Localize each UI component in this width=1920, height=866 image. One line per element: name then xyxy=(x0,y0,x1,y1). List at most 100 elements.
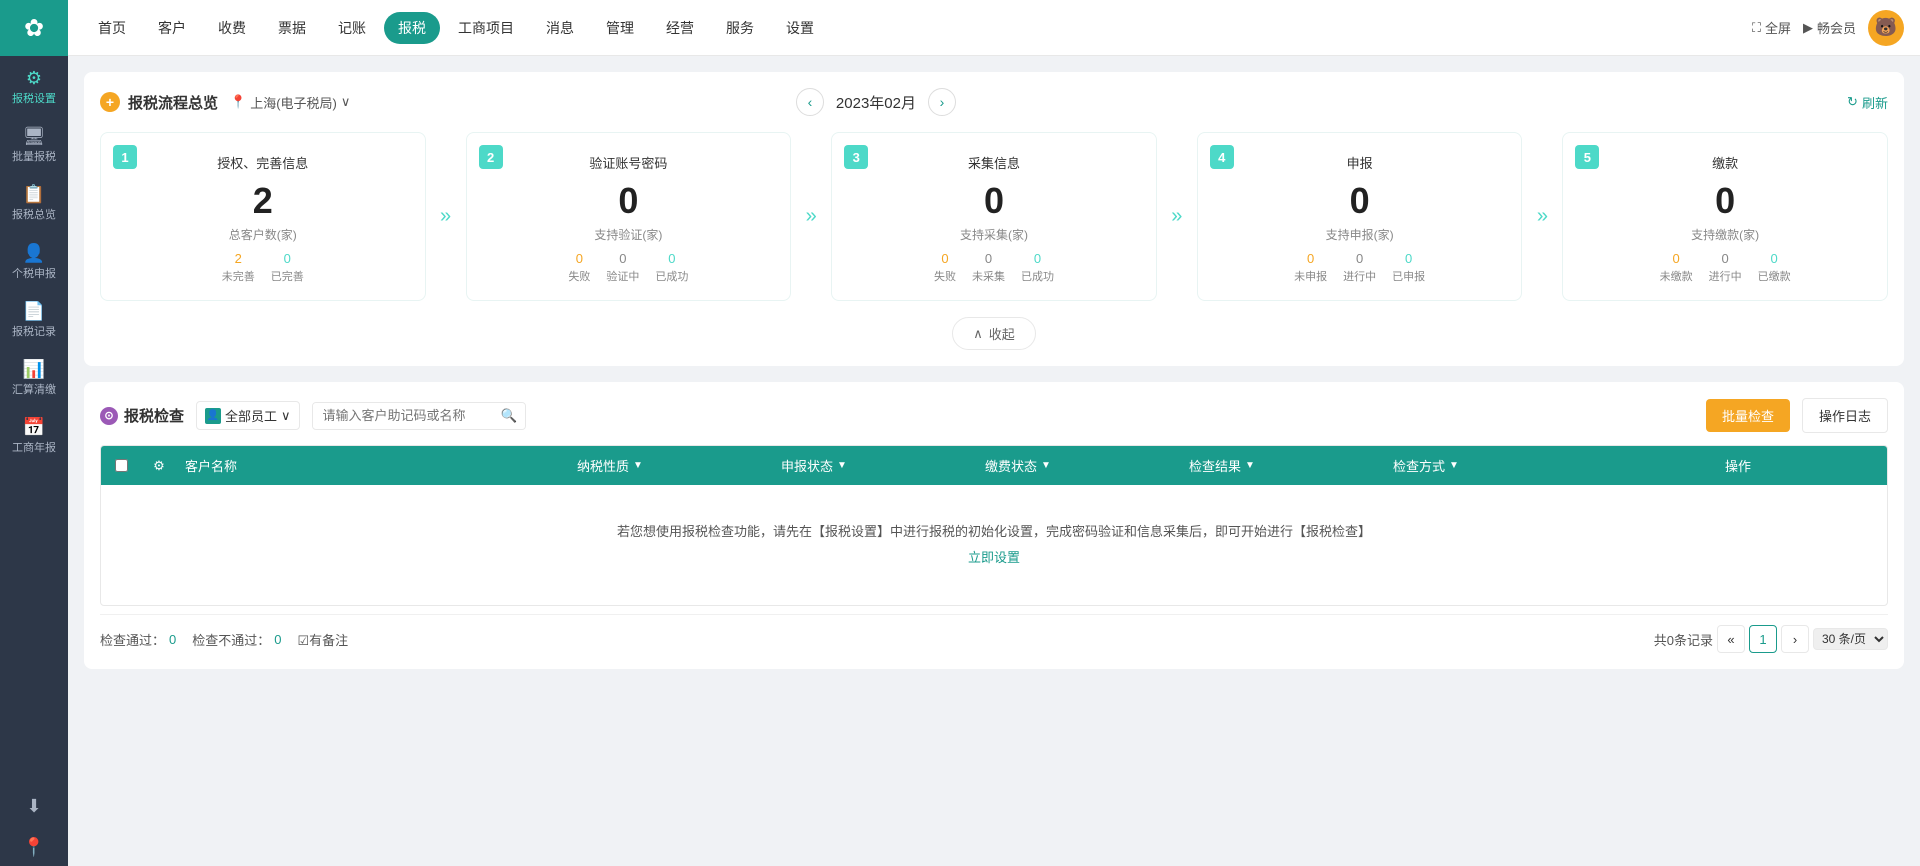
step-stat-collect-fail[interactable]: 0 失败 xyxy=(934,251,956,284)
setup-link[interactable]: 立即设置 xyxy=(968,545,1020,571)
th-filing-status[interactable]: 申报状态 ▼ xyxy=(773,446,977,485)
filter-icon: ▼ xyxy=(1041,460,1051,471)
sidebar-item-batch-tax[interactable]: 🖥 批量报税 xyxy=(0,114,68,172)
nav-customer[interactable]: 客户 xyxy=(144,12,200,44)
step-stat-fail[interactable]: 0 失败 xyxy=(568,251,590,284)
step-stat-in-progress[interactable]: 0 进行中 xyxy=(1343,251,1376,284)
step-stats-1: 2 未完善 0 已完善 xyxy=(117,251,409,284)
prev-month-button[interactable]: ‹ xyxy=(796,88,824,116)
step-number-2: 2 xyxy=(479,145,503,169)
step-stats-5: 0 未缴款 0 进行中 0 已缴款 xyxy=(1579,251,1871,284)
step-stat-filed[interactable]: 0 已申报 xyxy=(1392,251,1425,284)
footer-pass[interactable]: 检查通过： 0 xyxy=(100,630,176,649)
step-title-5: 缴款 xyxy=(1579,153,1871,172)
nav-admin[interactable]: 管理 xyxy=(592,12,648,44)
step-card-3: 3 采集信息 0 支持采集(家) 0 失败 0 未采集 xyxy=(831,132,1157,301)
overview-title: + 报税流程总览 xyxy=(100,92,218,113)
current-month: 2023年02月 xyxy=(836,92,916,113)
sidebar-item-tax-overview[interactable]: 📋 报税总览 xyxy=(0,172,68,230)
batch-check-button[interactable]: 批量检查 xyxy=(1706,399,1790,432)
fullscreen-icon: ⛶ xyxy=(1752,20,1761,36)
step-count-2: 0 xyxy=(483,180,775,222)
nav-business[interactable]: 工商项目 xyxy=(444,12,528,44)
footer-note: ☑有备注 xyxy=(298,630,349,649)
step-stat-collected[interactable]: 0 已成功 xyxy=(1021,251,1054,284)
sidebar-item-annual-report[interactable]: 📅 工商年报 xyxy=(0,405,68,463)
nav-settings[interactable]: 设置 xyxy=(772,12,828,44)
next-month-button[interactable]: › xyxy=(928,88,956,116)
next-page-button[interactable]: › xyxy=(1781,625,1809,653)
step-stat-verifying[interactable]: 0 验证中 xyxy=(606,251,639,284)
sidebar-item-settlement[interactable]: 📊 汇算清缴 xyxy=(0,347,68,405)
step-subtitle-2: 支持验证(家) xyxy=(483,226,775,243)
th-gear[interactable]: ⚙ xyxy=(141,448,177,484)
step-stat-unpaid[interactable]: 0 未缴款 xyxy=(1660,251,1693,284)
op-log-button[interactable]: 操作日志 xyxy=(1802,398,1888,433)
filter-icon: ▼ xyxy=(837,460,847,471)
nav-invoice[interactable]: 票据 xyxy=(264,12,320,44)
member-button[interactable]: ▶ 畅会员 xyxy=(1803,18,1856,37)
page-size-select[interactable]: 30 条/页 xyxy=(1813,628,1888,650)
step-stat-incomplete[interactable]: 2 未完善 xyxy=(222,251,255,284)
sidebar-item-download[interactable]: ⬇ xyxy=(0,784,68,825)
nav-message[interactable]: 消息 xyxy=(532,12,588,44)
th-tax-nature[interactable]: 纳税性质 ▼ xyxy=(569,446,773,485)
step-stat-paid[interactable]: 0 已缴款 xyxy=(1758,251,1791,284)
employee-selector[interactable]: 👤 全部员工 ∨ xyxy=(196,401,300,430)
sidebar-item-tax-settings[interactable]: ⚙ 报税设置 xyxy=(0,56,68,114)
step-count-3: 0 xyxy=(848,180,1140,222)
step-subtitle-4: 支持申报(家) xyxy=(1214,226,1506,243)
app-logo: ✿ xyxy=(0,0,68,56)
step-number-5: 5 xyxy=(1575,145,1599,169)
search-button[interactable]: 🔍 xyxy=(493,403,526,429)
sidebar-bottom: ⬇ 📍 xyxy=(0,784,68,866)
nav-accounting[interactable]: 记账 xyxy=(324,12,380,44)
sidebar-item-personal-filing[interactable]: 👤 个税申报 xyxy=(0,231,68,289)
th-checkbox[interactable] xyxy=(101,449,141,482)
sidebar-item-label: 批量报税 xyxy=(12,151,56,164)
th-check-result[interactable]: 检查结果 ▼ xyxy=(1181,446,1385,485)
nav-service[interactable]: 服务 xyxy=(712,12,768,44)
search-input[interactable] xyxy=(313,403,493,428)
nav-home[interactable]: 首页 xyxy=(84,12,140,44)
fullscreen-button[interactable]: ⛶ 全屏 xyxy=(1752,18,1791,37)
th-payment-status[interactable]: 缴费状态 ▼ xyxy=(977,446,1181,485)
select-all-checkbox[interactable] xyxy=(115,459,128,472)
user-avatar[interactable]: 🐻 xyxy=(1868,10,1904,46)
nav-items: 首页 客户 收费 票据 记账 报税 工商项目 消息 管理 经营 服务 设置 xyxy=(84,12,1752,44)
collapse-button[interactable]: ∧ 收起 xyxy=(952,317,1036,350)
sidebar-item-location[interactable]: 📍 xyxy=(0,825,68,866)
step-card-2: 2 验证账号密码 0 支持验证(家) 0 失败 0 验证中 xyxy=(466,132,792,301)
plus-icon: + xyxy=(100,92,120,112)
step-stat-uncollected[interactable]: 0 未采集 xyxy=(972,251,1005,284)
step-stat-unfiled[interactable]: 0 未申报 xyxy=(1294,251,1327,284)
step-stat-complete[interactable]: 0 已完善 xyxy=(271,251,304,284)
refresh-icon: ↻ xyxy=(1847,94,1858,110)
first-page-button[interactable]: « xyxy=(1717,625,1745,653)
nav-operations[interactable]: 经营 xyxy=(652,12,708,44)
arrow-1: » xyxy=(426,132,466,301)
step-title-3: 采集信息 xyxy=(848,153,1140,172)
sidebar-item-label: 个税申报 xyxy=(12,268,56,281)
step-stats-2: 0 失败 0 验证中 0 已成功 xyxy=(483,251,775,284)
sidebar-item-tax-records[interactable]: 📄 报税记录 xyxy=(0,289,68,347)
sidebar-item-label: 报税记录 xyxy=(12,326,56,339)
step-stat-verified[interactable]: 0 已成功 xyxy=(655,251,688,284)
chevron-down-icon: ∨ xyxy=(341,94,351,110)
th-customer-name: 客户名称 xyxy=(177,446,569,485)
step-subtitle-5: 支持缴款(家) xyxy=(1579,226,1871,243)
refresh-button[interactable]: ↻ 刷新 xyxy=(1847,93,1888,112)
location-selector[interactable]: 📍 上海(电子税局) ∨ xyxy=(230,93,350,112)
nav-tax[interactable]: 报税 xyxy=(384,12,440,44)
nav-billing[interactable]: 收费 xyxy=(204,12,260,44)
th-check-method[interactable]: 检查方式 ▼ xyxy=(1385,446,1589,485)
check-title: ⊙ 报税检查 xyxy=(100,405,184,426)
step-stat-paying[interactable]: 0 进行中 xyxy=(1709,251,1742,284)
steps-container: 1 授权、完善信息 2 总客户数(家) 2 未完善 0 已完善 xyxy=(100,132,1888,301)
arrow-3: » xyxy=(1157,132,1197,301)
footer-fail[interactable]: 检查不通过： 0 xyxy=(192,630,281,649)
step-number-3: 3 xyxy=(844,145,868,169)
step-subtitle-3: 支持采集(家) xyxy=(848,226,1140,243)
arrow-2: » xyxy=(791,132,831,301)
empty-message: 若您想使用报税检查功能，请先在【报税设置】中进行报税的初始化设置，完成密码验证和… xyxy=(617,519,1371,545)
